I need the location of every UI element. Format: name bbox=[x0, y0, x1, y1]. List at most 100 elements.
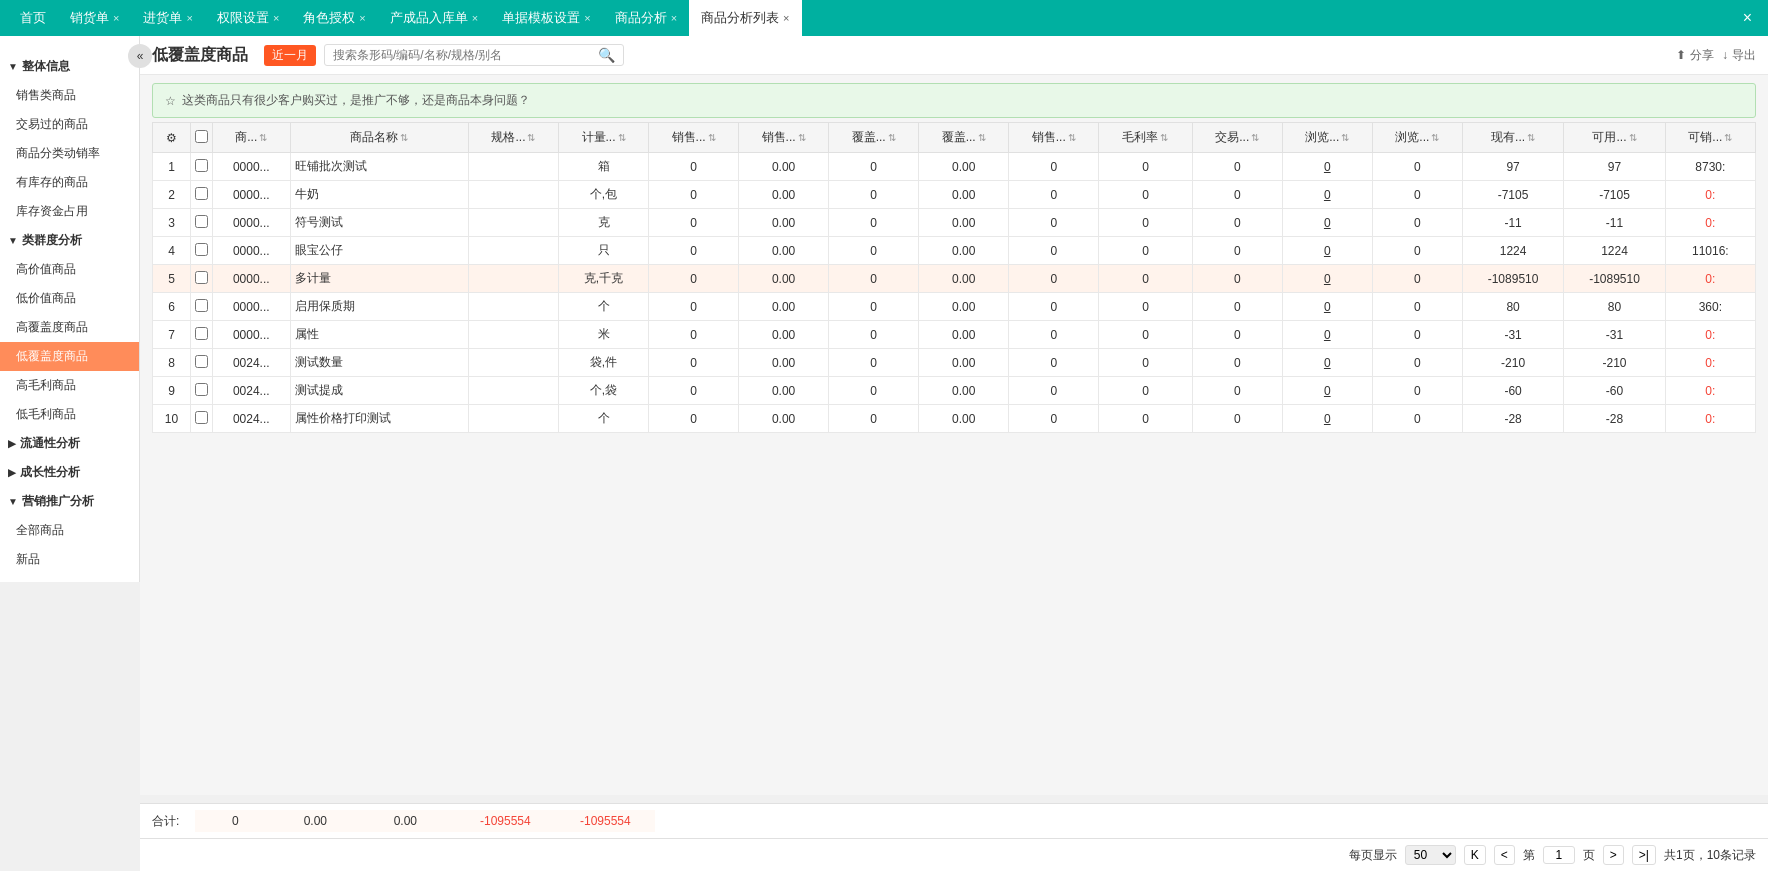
cell-checkbox[interactable] bbox=[190, 349, 212, 377]
browse-link[interactable]: 0 bbox=[1324, 412, 1331, 426]
nav-product-inbound[interactable]: 产成品入库单 × bbox=[378, 0, 490, 36]
col-sales-qty[interactable]: 销售...⇅ bbox=[649, 123, 739, 153]
per-page-select[interactable]: 50 100 200 bbox=[1405, 845, 1456, 865]
sidebar-item-category-sales-rate[interactable]: 商品分类动销率 bbox=[0, 139, 139, 168]
sidebar-section-overview[interactable]: ▼ 整体信息 bbox=[0, 52, 139, 81]
row-checkbox[interactable] bbox=[195, 159, 208, 172]
cell-name[interactable]: 牛奶 bbox=[290, 181, 468, 209]
cell-browse1[interactable]: 0 bbox=[1282, 237, 1372, 265]
browse-link[interactable]: 0 bbox=[1324, 160, 1331, 174]
col-available[interactable]: 可用...⇅ bbox=[1564, 123, 1665, 153]
sidebar-section-liquidity-analysis[interactable]: ▶ 流通性分析 bbox=[0, 429, 139, 458]
col-sales-amt[interactable]: 销售...⇅ bbox=[739, 123, 829, 153]
last-page-button[interactable]: >| bbox=[1632, 845, 1656, 865]
sidebar-item-low-value[interactable]: 低价值商品 bbox=[0, 284, 139, 313]
cell-browse1[interactable]: 0 bbox=[1282, 377, 1372, 405]
col-code[interactable]: 商...⇅ bbox=[212, 123, 290, 153]
first-page-button[interactable]: K bbox=[1464, 845, 1486, 865]
row-checkbox[interactable] bbox=[195, 355, 208, 368]
sidebar-item-low-coverage[interactable]: 低覆盖度商品 bbox=[0, 342, 139, 371]
cell-name[interactable]: 属性价格打印测试 bbox=[290, 405, 468, 433]
nav-template-settings[interactable]: 单据模板设置 × bbox=[490, 0, 602, 36]
cell-checkbox[interactable] bbox=[190, 181, 212, 209]
cell-name[interactable]: 测试提成 bbox=[290, 377, 468, 405]
share-button[interactable]: ⬆ 分享 bbox=[1676, 47, 1714, 64]
browse-link[interactable]: 0 bbox=[1324, 216, 1331, 230]
nav-permission-settings[interactable]: 权限设置 × bbox=[205, 0, 291, 36]
export-button[interactable]: ↓ 导出 bbox=[1722, 47, 1756, 64]
cell-browse1[interactable]: 0 bbox=[1282, 181, 1372, 209]
col-browse2[interactable]: 浏览...⇅ bbox=[1372, 123, 1462, 153]
cell-browse1[interactable]: 0 bbox=[1282, 153, 1372, 181]
cell-browse1[interactable]: 0 bbox=[1282, 405, 1372, 433]
browse-link[interactable]: 0 bbox=[1324, 300, 1331, 314]
sidebar-section-growth-analysis[interactable]: ▶ 成长性分析 bbox=[0, 458, 139, 487]
cell-checkbox[interactable] bbox=[190, 209, 212, 237]
row-checkbox[interactable] bbox=[195, 243, 208, 256]
time-filter-button[interactable]: 近一月 bbox=[264, 45, 316, 66]
next-page-button[interactable]: > bbox=[1603, 845, 1624, 865]
col-current[interactable]: 现有...⇅ bbox=[1462, 123, 1563, 153]
browse-link[interactable]: 0 bbox=[1324, 356, 1331, 370]
sidebar-section-cluster-analysis[interactable]: ▼ 类群度分析 bbox=[0, 226, 139, 255]
cell-name[interactable]: 启用保质期 bbox=[290, 293, 468, 321]
cell-name[interactable]: 多计量 bbox=[290, 265, 468, 293]
sidebar-item-new-goods[interactable]: 新品 bbox=[0, 545, 139, 574]
row-checkbox[interactable] bbox=[195, 215, 208, 228]
nav-home[interactable]: 首页 bbox=[8, 0, 58, 36]
sidebar-item-low-margin[interactable]: 低毛利商品 bbox=[0, 400, 139, 429]
sidebar-item-high-coverage[interactable]: 高覆盖度商品 bbox=[0, 313, 139, 342]
search-icon[interactable]: 🔍 bbox=[598, 47, 615, 63]
row-checkbox[interactable] bbox=[195, 383, 208, 396]
row-checkbox[interactable] bbox=[195, 271, 208, 284]
col-margin[interactable]: 毛利率⇅ bbox=[1099, 123, 1192, 153]
sidebar-item-stock-capital[interactable]: 库存资金占用 bbox=[0, 197, 139, 226]
nav-product-analysis[interactable]: 商品分析 × bbox=[603, 0, 689, 36]
nav-sales-order[interactable]: 销货单 × bbox=[58, 0, 131, 36]
col-browse1[interactable]: 浏览...⇅ bbox=[1282, 123, 1372, 153]
settings-icon[interactable]: ⚙ bbox=[166, 131, 177, 145]
sidebar-item-high-value[interactable]: 高价值商品 bbox=[0, 255, 139, 284]
cell-checkbox[interactable] bbox=[190, 405, 212, 433]
col-cover1[interactable]: 覆盖...⇅ bbox=[829, 123, 919, 153]
cell-checkbox[interactable] bbox=[190, 377, 212, 405]
col-sellable[interactable]: 可销...⇅ bbox=[1665, 123, 1755, 153]
col-sales3[interactable]: 销售...⇅ bbox=[1009, 123, 1099, 153]
col-spec[interactable]: 规格...⇅ bbox=[468, 123, 558, 153]
col-trade[interactable]: 交易...⇅ bbox=[1192, 123, 1282, 153]
col-name[interactable]: 商品名称⇅ bbox=[290, 123, 468, 153]
horizontal-scrollbar[interactable] bbox=[140, 795, 1768, 803]
cell-browse1[interactable]: 0 bbox=[1282, 349, 1372, 377]
browse-link[interactable]: 0 bbox=[1324, 244, 1331, 258]
cell-checkbox[interactable] bbox=[190, 293, 212, 321]
col-unit[interactable]: 计量...⇅ bbox=[559, 123, 649, 153]
cell-checkbox[interactable] bbox=[190, 321, 212, 349]
browse-link[interactable]: 0 bbox=[1324, 188, 1331, 202]
cell-browse1[interactable]: 0 bbox=[1282, 293, 1372, 321]
nav-role-auth[interactable]: 角色授权 × bbox=[291, 0, 377, 36]
search-input[interactable] bbox=[333, 48, 598, 62]
select-all-checkbox[interactable] bbox=[195, 130, 208, 143]
window-close-button[interactable]: × bbox=[1735, 9, 1760, 27]
sidebar-item-traded-goods[interactable]: 交易过的商品 bbox=[0, 110, 139, 139]
cell-checkbox[interactable] bbox=[190, 237, 212, 265]
row-checkbox[interactable] bbox=[195, 411, 208, 424]
row-checkbox[interactable] bbox=[195, 187, 208, 200]
cell-checkbox[interactable] bbox=[190, 153, 212, 181]
sidebar-item-all-goods[interactable]: 全部商品 bbox=[0, 516, 139, 545]
cell-name[interactable]: 符号测试 bbox=[290, 209, 468, 237]
prev-page-button[interactable]: < bbox=[1494, 845, 1515, 865]
cell-browse1[interactable]: 0 bbox=[1282, 209, 1372, 237]
sidebar-item-sales-goods[interactable]: 销售类商品 bbox=[0, 81, 139, 110]
browse-link[interactable]: 0 bbox=[1324, 384, 1331, 398]
nav-product-analysis-list[interactable]: 商品分析列表 × bbox=[689, 0, 801, 36]
cell-name[interactable]: 旺铺批次测试 bbox=[290, 153, 468, 181]
cell-browse1[interactable]: 0 bbox=[1282, 321, 1372, 349]
cell-checkbox[interactable] bbox=[190, 265, 212, 293]
sidebar-section-marketing-analysis[interactable]: ▼ 营销推广分析 bbox=[0, 487, 139, 516]
row-checkbox[interactable] bbox=[195, 327, 208, 340]
sidebar-item-high-margin[interactable]: 高毛利商品 bbox=[0, 371, 139, 400]
col-settings[interactable]: ⚙ bbox=[153, 123, 191, 153]
col-cover2[interactable]: 覆盖...⇅ bbox=[919, 123, 1009, 153]
cell-name[interactable]: 属性 bbox=[290, 321, 468, 349]
